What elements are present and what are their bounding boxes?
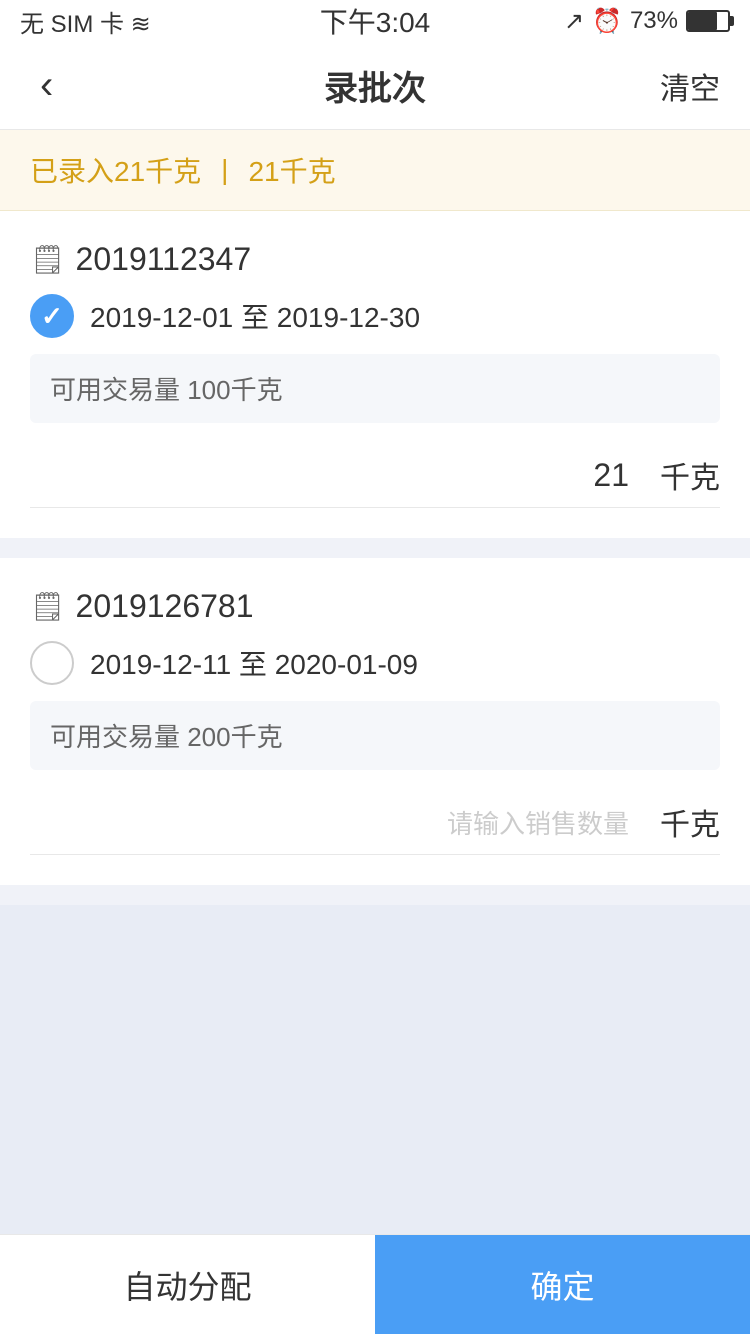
summary-divider: | [221, 154, 228, 186]
batch-unit-2: 千克 [660, 800, 720, 844]
status-bar-left: 无 SIM 卡 ≋ [20, 4, 151, 39]
alarm-icon: ⏰ [592, 7, 622, 36]
clear-button[interactable]: 清空 [660, 64, 720, 108]
batch-number-1: 2019112347 [76, 241, 252, 278]
battery-percent: 73% [630, 7, 678, 35]
batch-date-row-1: 2019-12-01 至 2019-12-30 [30, 294, 720, 338]
batch-input-row-1: 千克 [30, 443, 720, 508]
summary-value: 21千克 [248, 150, 335, 190]
batch-available-1: 可用交易量 100千克 [30, 354, 720, 423]
summary-bar: 已录入21千克 | 21千克 [0, 130, 750, 211]
batch-quantity-input-1[interactable] [444, 457, 644, 494]
sim-status: 无 SIM 卡 ≋ [20, 4, 151, 39]
batch-quantity-input-2[interactable] [444, 804, 644, 841]
batch-available-2: 可用交易量 200千克 [30, 701, 720, 770]
batch-card-2: 🗒 2019126781 2019-12-11 至 2020-01-09 可用交… [0, 558, 750, 885]
batch-radio-1[interactable] [30, 294, 74, 338]
battery-fill [688, 12, 717, 30]
batch-number-2: 2019126781 [76, 588, 254, 625]
batch-card-1: 🗒 2019112347 2019-12-01 至 2019-12-30 可用交… [0, 211, 750, 538]
page-title: 录批次 [324, 61, 426, 110]
nav-bar: ‹ 录批次 清空 [0, 42, 750, 130]
batch-date-1: 2019-12-01 至 2019-12-30 [90, 296, 420, 336]
batch-header-1: 🗒 2019112347 [30, 241, 720, 278]
batch-doc-icon-2: 🗒 [30, 590, 66, 623]
auto-distribute-button[interactable]: 自动分配 [0, 1235, 375, 1334]
batch-date-row-2: 2019-12-11 至 2020-01-09 [30, 641, 720, 685]
batch-unit-1: 千克 [660, 453, 720, 497]
batch-doc-icon-1: 🗒 [30, 243, 66, 276]
status-bar-time: 下午3:04 [320, 1, 431, 41]
batch-header-2: 🗒 2019126781 [30, 588, 720, 625]
confirm-button[interactable]: 确定 [375, 1235, 750, 1334]
battery-icon [686, 10, 730, 32]
status-bar-right: ↗ ⏰ 73% [564, 7, 730, 36]
section-separator-1 [0, 538, 750, 558]
back-button[interactable]: ‹ [30, 53, 63, 118]
bottom-buttons: 自动分配 确定 [0, 1234, 750, 1334]
location-icon: ↗ [564, 7, 584, 36]
status-bar: 无 SIM 卡 ≋ 下午3:04 ↗ ⏰ 73% [0, 0, 750, 42]
section-separator-2 [0, 885, 750, 905]
batch-date-2: 2019-12-11 至 2020-01-09 [90, 643, 418, 683]
summary-recorded-label: 已录入21千克 [30, 150, 201, 190]
batch-input-row-2: 千克 [30, 790, 720, 855]
batch-radio-2[interactable] [30, 641, 74, 685]
